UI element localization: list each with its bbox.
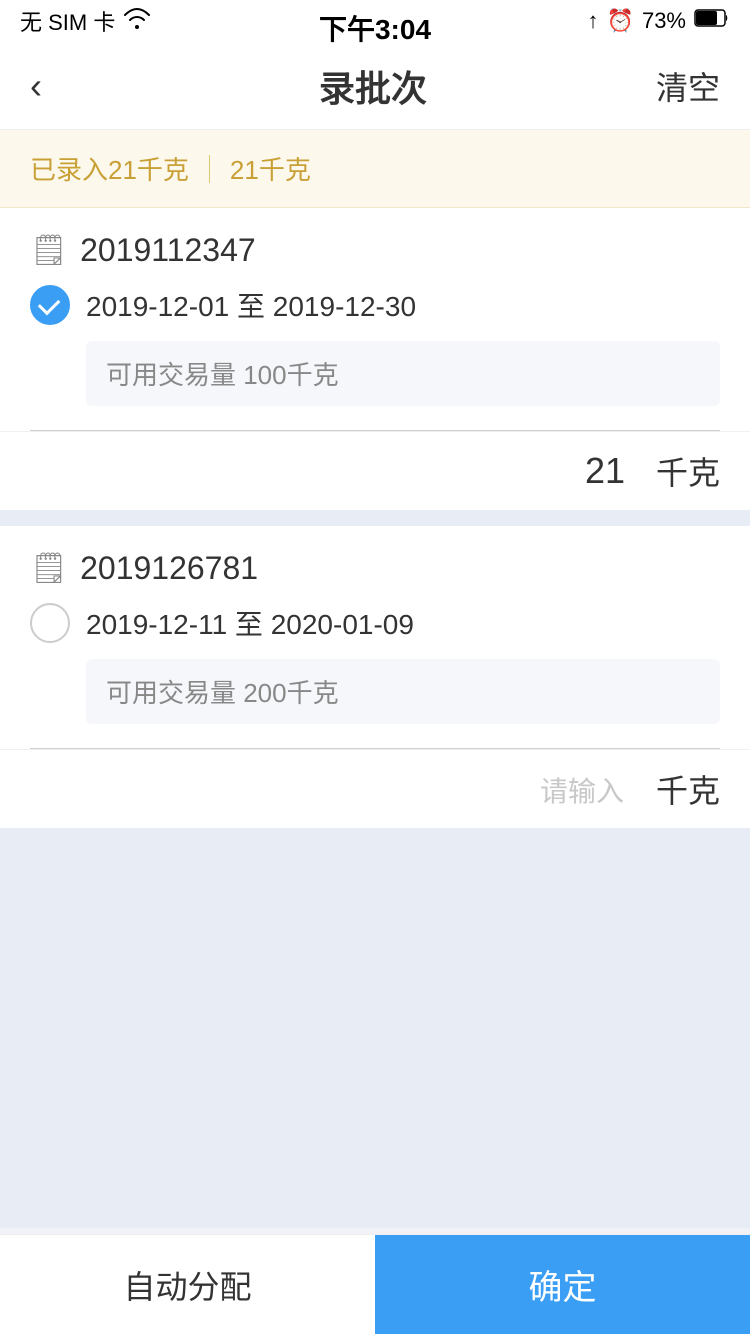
info-divider (209, 155, 210, 183)
batch-date-row-2: 2019-12-11 至 2020-01-09 (30, 603, 720, 643)
batch-icon-1: 🗒 (30, 233, 68, 268)
batch-avail-text-2: 可用交易量 200千克 (106, 678, 339, 708)
batch-qty-row-2: 千克 (0, 749, 750, 828)
batch-item-2: 🗒 2019126781 2019-12-11 至 2020-01-09 可用交… (0, 526, 750, 828)
batch-qty-unit-2: 千克 (656, 766, 720, 812)
batch-avail-2: 可用交易量 200千克 (86, 659, 720, 724)
batch-avail-1: 可用交易量 100千克 (86, 341, 720, 406)
page-title: 录批次 (319, 60, 427, 112)
clear-button[interactable]: 清空 (656, 63, 720, 109)
location-icon: ↑ (588, 8, 599, 34)
info-bar: 已录入21千克 21千克 (0, 130, 750, 208)
batch-id-2: 2019126781 (80, 550, 258, 587)
bottom-bar: 自动分配 确定 (0, 1234, 750, 1334)
status-left: 无 SIM 卡 (20, 5, 151, 37)
batch-qty-row-1: 千克 (0, 431, 750, 510)
back-button[interactable]: ‹ (30, 65, 90, 107)
batch-date-row-1: 2019-12-01 至 2019-12-30 (30, 285, 720, 325)
batch-date-2: 2019-12-11 至 2020-01-09 (86, 603, 414, 643)
nav-bar: ‹ 录批次 清空 (0, 42, 750, 130)
batch-id-1: 2019112347 (80, 232, 256, 269)
battery-text: 73% (642, 8, 686, 34)
auto-distribute-button[interactable]: 自动分配 (0, 1235, 375, 1334)
batch-qty-input-1[interactable] (540, 450, 640, 492)
recorded-label: 已录入21千克 (30, 150, 189, 187)
radio-2[interactable] (30, 603, 70, 643)
confirm-button[interactable]: 确定 (375, 1235, 750, 1334)
status-right: ↑ ⏰ 73% (588, 8, 730, 34)
batch-qty-unit-1: 千克 (656, 448, 720, 494)
alarm-icon: ⏰ (607, 8, 634, 34)
batch-date-1: 2019-12-01 至 2019-12-30 (86, 285, 416, 325)
wifi-icon (123, 7, 151, 35)
battery-icon (694, 8, 730, 34)
recorded-value: 21千克 (230, 150, 311, 187)
batch-avail-text-1: 可用交易量 100千克 (106, 360, 339, 390)
batch-icon-2: 🗒 (30, 551, 68, 586)
batch-qty-input-2[interactable] (540, 768, 640, 810)
section-divider (0, 510, 750, 526)
batch-item-1: 🗒 2019112347 2019-12-01 至 2019-12-30 可用交… (0, 208, 750, 510)
radio-1[interactable] (30, 285, 70, 325)
batch-header-2: 🗒 2019126781 (30, 550, 720, 587)
empty-area (0, 828, 750, 1228)
batch-header-1: 🗒 2019112347 (30, 232, 720, 269)
status-time: 下午3:04 (319, 8, 431, 48)
carrier-text: 无 SIM 卡 (20, 5, 115, 37)
status-bar: 无 SIM 卡 下午3:04 ↑ ⏰ 73% (0, 0, 750, 42)
